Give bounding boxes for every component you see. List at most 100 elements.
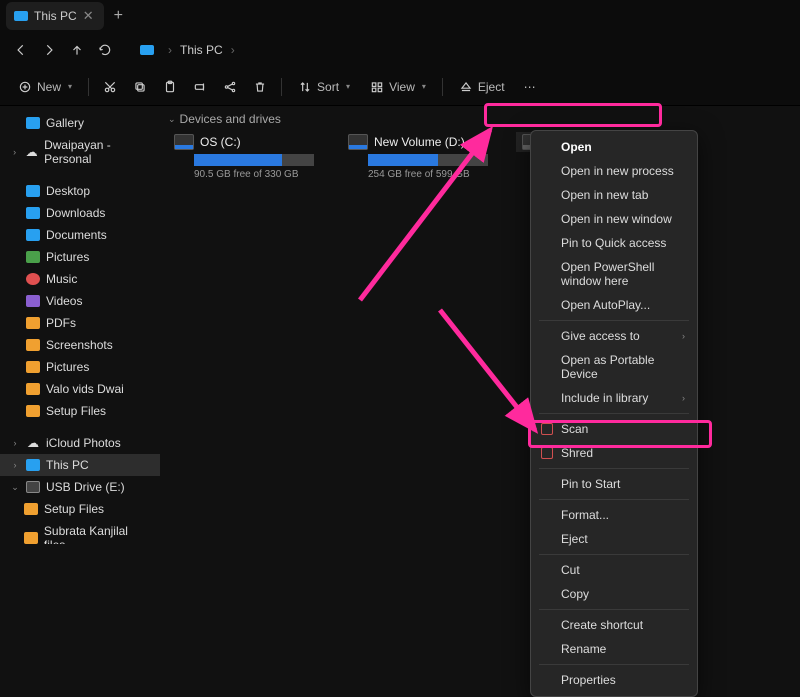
sidebar-downloads[interactable]: Downloads bbox=[0, 202, 160, 224]
ctx-scan[interactable]: Scan bbox=[531, 417, 697, 441]
ctx-properties[interactable]: Properties bbox=[531, 668, 697, 692]
usb-icon bbox=[26, 481, 40, 493]
sidebar-label: This PC bbox=[46, 458, 89, 472]
ctx-format[interactable]: Format... bbox=[531, 503, 697, 527]
ctx-pin-start[interactable]: Pin to Start bbox=[531, 472, 697, 496]
delete-button[interactable] bbox=[247, 74, 273, 100]
new-button[interactable]: New▾ bbox=[10, 74, 80, 100]
sidebar-pdfs[interactable]: PDFs bbox=[0, 312, 160, 334]
drive-usage-bar bbox=[194, 154, 314, 166]
ctx-open-new-process[interactable]: Open in new process bbox=[531, 159, 697, 183]
ctx-label: Give access to bbox=[561, 329, 640, 343]
ctx-open-new-window[interactable]: Open in new window bbox=[531, 207, 697, 231]
pc-breadcrumb-icon[interactable] bbox=[134, 37, 160, 63]
breadcrumb-this-pc[interactable]: This PC bbox=[180, 43, 223, 57]
sidebar-pictures2[interactable]: Pictures bbox=[0, 356, 160, 378]
up-button[interactable] bbox=[64, 37, 90, 63]
new-tab-button[interactable]: + bbox=[114, 7, 123, 25]
sidebar-valo[interactable]: Valo vids Dwai bbox=[0, 378, 160, 400]
ctx-pin-quick[interactable]: Pin to Quick access bbox=[531, 231, 697, 255]
folder-icon bbox=[24, 503, 38, 515]
copy-button[interactable] bbox=[127, 74, 153, 100]
back-button[interactable] bbox=[8, 37, 34, 63]
ctx-label: Open as Portable Device bbox=[561, 353, 685, 381]
paste-button[interactable] bbox=[157, 74, 183, 100]
shield-icon bbox=[541, 423, 553, 435]
view-button[interactable]: View▾ bbox=[362, 74, 434, 100]
ctx-shred[interactable]: Shred bbox=[531, 441, 697, 465]
group-devices[interactable]: ⌄ Devices and drives bbox=[168, 112, 800, 126]
tab-this-pc[interactable]: This PC ✕ bbox=[6, 2, 104, 30]
pc-icon bbox=[26, 459, 40, 471]
sidebar-this-pc[interactable]: ›This PC bbox=[0, 454, 160, 476]
toolbar-divider bbox=[281, 78, 282, 96]
close-tab-icon[interactable]: ✕ bbox=[83, 8, 94, 24]
ctx-copy[interactable]: Copy bbox=[531, 582, 697, 606]
ctx-include-library[interactable]: Include in library› bbox=[531, 386, 697, 410]
ctx-separator bbox=[539, 664, 689, 665]
videos-icon bbox=[26, 295, 40, 307]
ctx-label: Properties bbox=[561, 673, 616, 687]
sidebar-onedrive[interactable]: ›☁Dwaipayan - Personal bbox=[0, 134, 160, 170]
context-menu: Open Open in new process Open in new tab… bbox=[530, 130, 698, 697]
drive-new-volume-d[interactable]: New Volume (D:) 254 GB free of 599 GB bbox=[342, 132, 508, 180]
ctx-separator bbox=[539, 554, 689, 555]
sidebar-screenshots[interactable]: Screenshots bbox=[0, 334, 160, 356]
sidebar-setup[interactable]: Setup Files bbox=[0, 400, 160, 422]
cut-button[interactable] bbox=[97, 74, 123, 100]
sidebar-pictures[interactable]: Pictures bbox=[0, 246, 160, 268]
chevron-right-icon: › bbox=[682, 331, 685, 341]
forward-button[interactable] bbox=[36, 37, 62, 63]
folder-icon bbox=[26, 361, 40, 373]
eject-button[interactable]: Eject bbox=[451, 74, 513, 100]
new-label: New bbox=[37, 80, 61, 94]
sidebar-label: Valo vids Dwai bbox=[46, 382, 124, 396]
more-button[interactable]: ⋯ bbox=[517, 74, 543, 100]
ctx-open[interactable]: Open bbox=[531, 135, 697, 159]
drive-free: 254 GB free of 599 GB bbox=[368, 169, 508, 180]
sidebar-gallery[interactable]: Gallery bbox=[0, 112, 160, 134]
ctx-label: Pin to Quick access bbox=[561, 236, 666, 250]
sidebar-documents[interactable]: Documents bbox=[0, 224, 160, 246]
ctx-portable[interactable]: Open as Portable Device bbox=[531, 348, 697, 386]
sidebar-label: Downloads bbox=[46, 206, 105, 220]
sidebar-desktop[interactable]: Desktop bbox=[0, 180, 160, 202]
desktop-icon bbox=[26, 185, 40, 197]
nav-pane[interactable]: Gallery ›☁Dwaipayan - Personal Desktop D… bbox=[0, 106, 160, 544]
sidebar-music[interactable]: Music bbox=[0, 268, 160, 290]
breadcrumb-sep-icon: › bbox=[231, 43, 235, 57]
sidebar-usb-setup[interactable]: Setup Files bbox=[0, 498, 160, 520]
toolbar-divider bbox=[88, 78, 89, 96]
ctx-label: Create shortcut bbox=[561, 618, 643, 632]
sidebar-label: Music bbox=[46, 272, 77, 286]
ctx-cut[interactable]: Cut bbox=[531, 558, 697, 582]
drive-free: 90.5 GB free of 330 GB bbox=[194, 169, 334, 180]
folder-icon bbox=[26, 339, 40, 351]
downloads-icon bbox=[26, 207, 40, 219]
sidebar-label: Setup Files bbox=[44, 502, 104, 516]
ctx-give-access[interactable]: Give access to › bbox=[531, 324, 697, 348]
ctx-open-new-tab[interactable]: Open in new tab bbox=[531, 183, 697, 207]
sidebar-label: USB Drive (E:) bbox=[46, 480, 125, 494]
sidebar-videos[interactable]: Videos bbox=[0, 290, 160, 312]
ctx-label: Open PowerShell window here bbox=[561, 260, 685, 288]
sidebar-usb-subrata[interactable]: Subrata Kanjilal files bbox=[0, 520, 160, 544]
ctx-rename[interactable]: Rename bbox=[531, 637, 697, 661]
sidebar-icloud[interactable]: ›☁iCloud Photos bbox=[0, 432, 160, 454]
ctx-label: Pin to Start bbox=[561, 477, 620, 491]
ctx-eject[interactable]: Eject bbox=[531, 527, 697, 551]
ctx-separator bbox=[539, 499, 689, 500]
drive-os-c[interactable]: OS (C:) 90.5 GB free of 330 GB bbox=[168, 132, 334, 180]
rename-button[interactable] bbox=[187, 74, 213, 100]
drive-name: OS (C:) bbox=[200, 135, 241, 149]
drive-icon bbox=[348, 134, 368, 150]
ctx-label: Open in new tab bbox=[561, 188, 648, 202]
ctx-powershell[interactable]: Open PowerShell window here bbox=[531, 255, 697, 293]
refresh-button[interactable] bbox=[92, 37, 118, 63]
ctx-create-shortcut[interactable]: Create shortcut bbox=[531, 613, 697, 637]
share-button[interactable] bbox=[217, 74, 243, 100]
ctx-label: Copy bbox=[561, 587, 589, 601]
sidebar-usb[interactable]: ⌄USB Drive (E:) bbox=[0, 476, 160, 498]
ctx-autoplay[interactable]: Open AutoPlay... bbox=[531, 293, 697, 317]
sort-button[interactable]: Sort▾ bbox=[290, 74, 358, 100]
